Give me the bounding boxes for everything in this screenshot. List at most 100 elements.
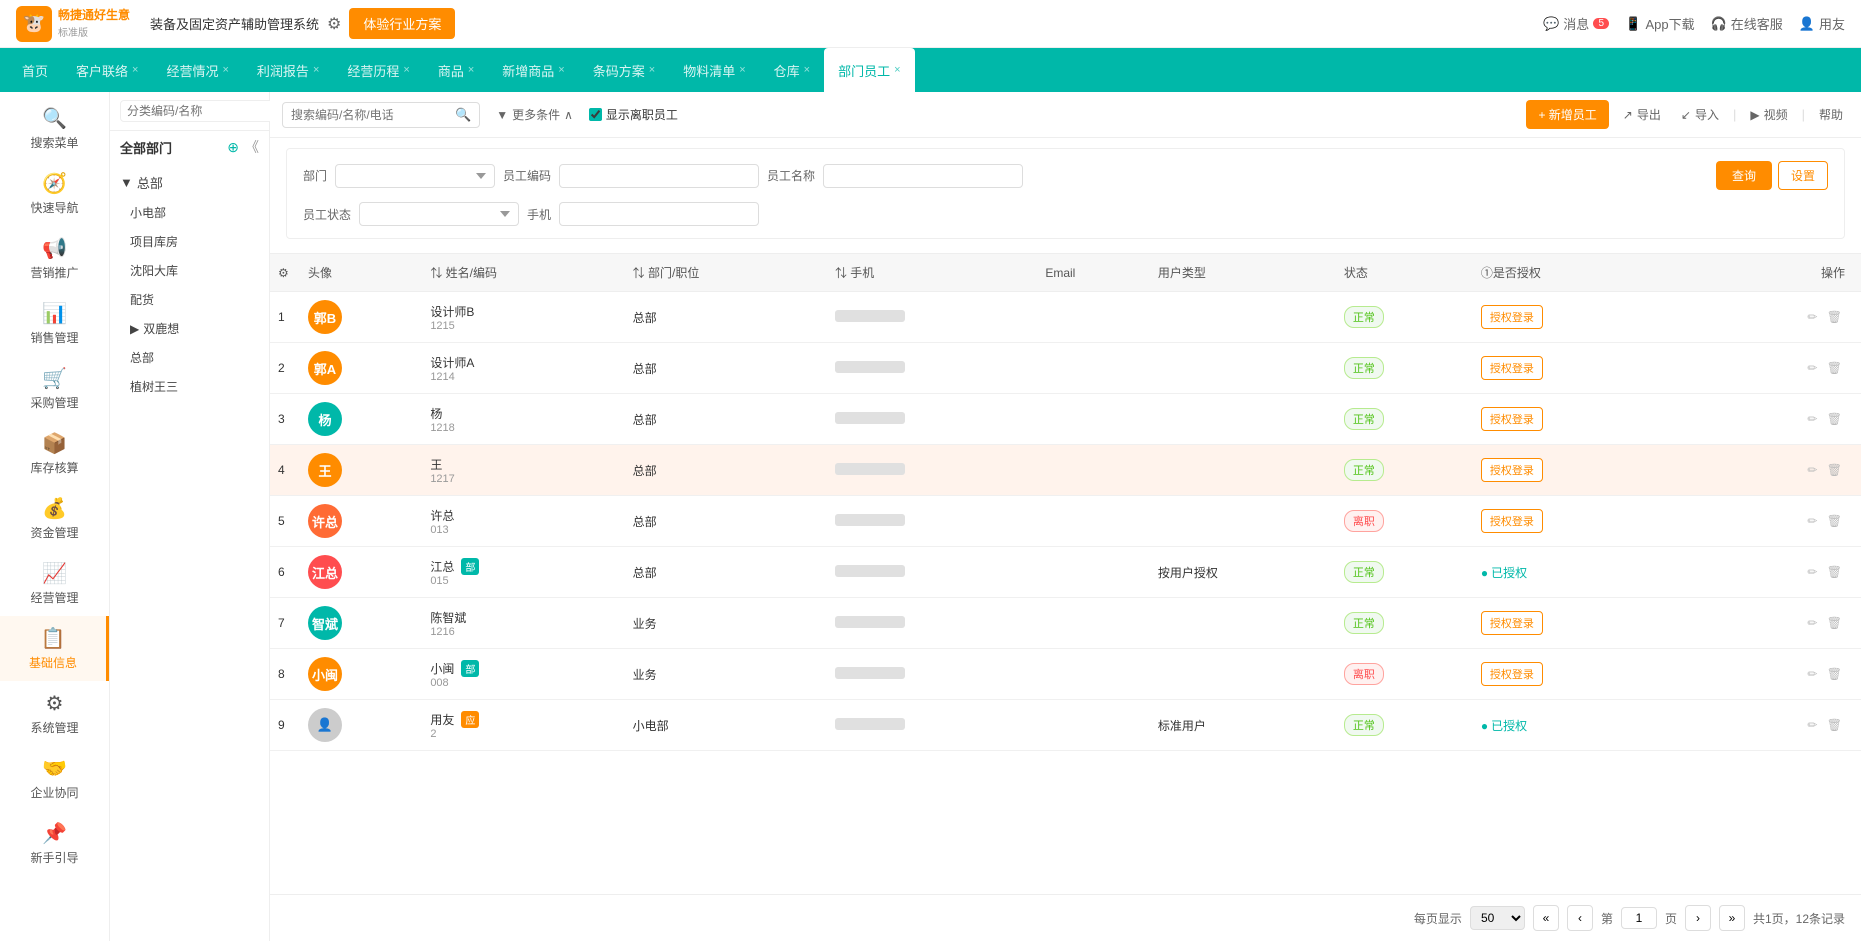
col-settings[interactable]: ⚙: [270, 254, 300, 292]
tab-warehouse[interactable]: 仓库×: [760, 48, 824, 92]
close-icon[interactable]: ×: [403, 64, 409, 76]
tab-operation[interactable]: 经营情况×: [152, 48, 242, 92]
auth-login-button[interactable]: 授权登录: [1481, 662, 1543, 686]
help-button[interactable]: 帮助: [1813, 102, 1849, 127]
show-resigned-input[interactable]: [589, 108, 602, 121]
edit-icon[interactable]: ✏: [1807, 667, 1817, 681]
delete-icon[interactable]: 🗑: [1827, 310, 1842, 324]
delete-icon[interactable]: 🗑: [1827, 667, 1842, 681]
tab-add-goods[interactable]: 新增商品×: [488, 48, 578, 92]
edit-icon[interactable]: ✏: [1807, 361, 1817, 375]
delete-icon[interactable]: 🗑: [1827, 718, 1842, 732]
emp-name-filter-input[interactable]: [823, 164, 1023, 188]
edit-icon[interactable]: ✏: [1807, 616, 1817, 630]
per-page-select[interactable]: 50 100 200: [1470, 906, 1525, 930]
dept-node-small-electric[interactable]: 小电部: [110, 198, 269, 227]
close-icon[interactable]: ×: [804, 64, 810, 76]
app-download-button[interactable]: 📱 App下载: [1625, 14, 1694, 33]
tab-goods[interactable]: 商品×: [424, 48, 488, 92]
tab-barcode[interactable]: 条码方案×: [579, 48, 669, 92]
set-button[interactable]: 设置: [1778, 161, 1828, 190]
try-industry-button[interactable]: 体验行业方案: [349, 8, 455, 39]
auth-login-button[interactable]: 授权登录: [1481, 356, 1543, 380]
auth-login-button[interactable]: 授权登录: [1481, 509, 1543, 533]
dept-node-project-warehouse[interactable]: 项目库房: [110, 227, 269, 256]
close-icon[interactable]: ×: [468, 64, 474, 76]
nav-business[interactable]: 📈 经营管理: [0, 551, 109, 616]
auth-login-button[interactable]: 授权登录: [1481, 305, 1543, 329]
dept-collapse-icon[interactable]: 《: [245, 137, 259, 157]
emp-code-filter-input[interactable]: [559, 164, 759, 188]
page-number-input[interactable]: [1621, 907, 1657, 929]
add-employee-button[interactable]: + 新增员工: [1526, 100, 1608, 129]
dept-add-icon[interactable]: ⊕: [227, 139, 239, 156]
online-service-button[interactable]: 🎧 在线客服: [1711, 14, 1783, 33]
close-icon[interactable]: ×: [558, 64, 564, 76]
video-button[interactable]: ▶ 视频: [1744, 102, 1793, 127]
close-icon[interactable]: ×: [313, 64, 319, 76]
nav-sales[interactable]: 📊 销售管理: [0, 291, 109, 356]
nav-system[interactable]: ⚙ 系统管理: [0, 681, 109, 746]
emp-status-filter-select[interactable]: [359, 202, 519, 226]
search-input[interactable]: [291, 108, 451, 122]
edit-icon[interactable]: ✏: [1807, 463, 1817, 477]
dept-node-headquarters-parent[interactable]: ▼ 总部: [110, 167, 269, 198]
auth-login-button[interactable]: 授权登录: [1481, 407, 1543, 431]
first-page-button[interactable]: «: [1533, 905, 1559, 931]
user-button[interactable]: 👤 用友: [1799, 14, 1845, 33]
edit-icon[interactable]: ✏: [1807, 565, 1817, 579]
col-dept-position[interactable]: ⇅ 部门/职位: [625, 254, 827, 292]
edit-icon[interactable]: ✏: [1807, 310, 1817, 324]
dept-search-input[interactable]: [120, 100, 289, 122]
col-phone[interactable]: ⇅ 手机: [827, 254, 1037, 292]
more-conditions-button[interactable]: ▼ 更多条件 ∧: [488, 102, 581, 127]
nav-finance[interactable]: 💰 资金管理: [0, 486, 109, 551]
auth-login-button[interactable]: 授权登录: [1481, 611, 1543, 635]
tab-profit[interactable]: 利润报告×: [243, 48, 333, 92]
show-resigned-checkbox[interactable]: 显示离职员工: [589, 106, 678, 123]
close-icon[interactable]: ×: [739, 64, 745, 76]
tab-customer[interactable]: 客户联络×: [62, 48, 152, 92]
nav-marketing[interactable]: 📢 营销推广: [0, 226, 109, 291]
delete-icon[interactable]: 🗑: [1827, 463, 1842, 477]
delete-icon[interactable]: 🗑: [1827, 616, 1842, 630]
phone-filter-input[interactable]: [559, 202, 759, 226]
close-icon[interactable]: ×: [649, 64, 655, 76]
tab-home[interactable]: 首页: [8, 48, 62, 92]
edit-icon[interactable]: ✏: [1807, 412, 1817, 426]
search-icon[interactable]: 🔍: [455, 107, 471, 123]
dept-node-plant[interactable]: 植树王三: [110, 372, 269, 401]
dept-filter-select[interactable]: [335, 164, 495, 188]
nav-basic-info[interactable]: 📋 基础信息: [0, 616, 109, 681]
nav-cooperation[interactable]: 🤝 企业协同: [0, 746, 109, 811]
tab-materials[interactable]: 物料清单×: [669, 48, 759, 92]
delete-icon[interactable]: 🗑: [1827, 412, 1842, 426]
edit-icon[interactable]: ✏: [1807, 718, 1817, 732]
tab-employees[interactable]: 部门员工×: [824, 48, 914, 92]
delete-icon[interactable]: 🗑: [1827, 514, 1842, 528]
tab-journey[interactable]: 经营历程×: [333, 48, 423, 92]
delete-icon[interactable]: 🗑: [1827, 565, 1842, 579]
close-icon[interactable]: ×: [132, 64, 138, 76]
dept-node-distribution[interactable]: 配货: [110, 285, 269, 314]
nav-quick-nav[interactable]: 🧭 快速导航: [0, 161, 109, 226]
close-icon[interactable]: ×: [222, 64, 228, 76]
export-button[interactable]: ↗ 导出: [1617, 102, 1667, 127]
import-button[interactable]: ↙ 导入: [1675, 102, 1725, 127]
dept-node-shuanglu[interactable]: ▶ 双鹿想: [110, 314, 269, 343]
nav-search-menu[interactable]: 🔍 搜索菜单: [0, 96, 109, 161]
nav-purchase[interactable]: 🛒 采购管理: [0, 356, 109, 421]
dept-node-shenyang[interactable]: 沈阳大库: [110, 256, 269, 285]
prev-page-button[interactable]: ‹: [1567, 905, 1593, 931]
last-page-button[interactable]: »: [1719, 905, 1745, 931]
nav-inventory[interactable]: 📦 库存核算: [0, 421, 109, 486]
next-page-button[interactable]: ›: [1685, 905, 1711, 931]
dept-node-headquarters[interactable]: 总部: [110, 343, 269, 372]
col-name-code[interactable]: ⇅ 姓名/编码: [422, 254, 624, 292]
nav-guide[interactable]: 📌 新手引导: [0, 811, 109, 876]
edit-icon[interactable]: ✏: [1807, 514, 1817, 528]
close-icon[interactable]: ×: [894, 64, 900, 76]
query-button[interactable]: 查询: [1716, 161, 1772, 190]
delete-icon[interactable]: 🗑: [1827, 361, 1842, 375]
auth-login-button[interactable]: 授权登录: [1481, 458, 1543, 482]
